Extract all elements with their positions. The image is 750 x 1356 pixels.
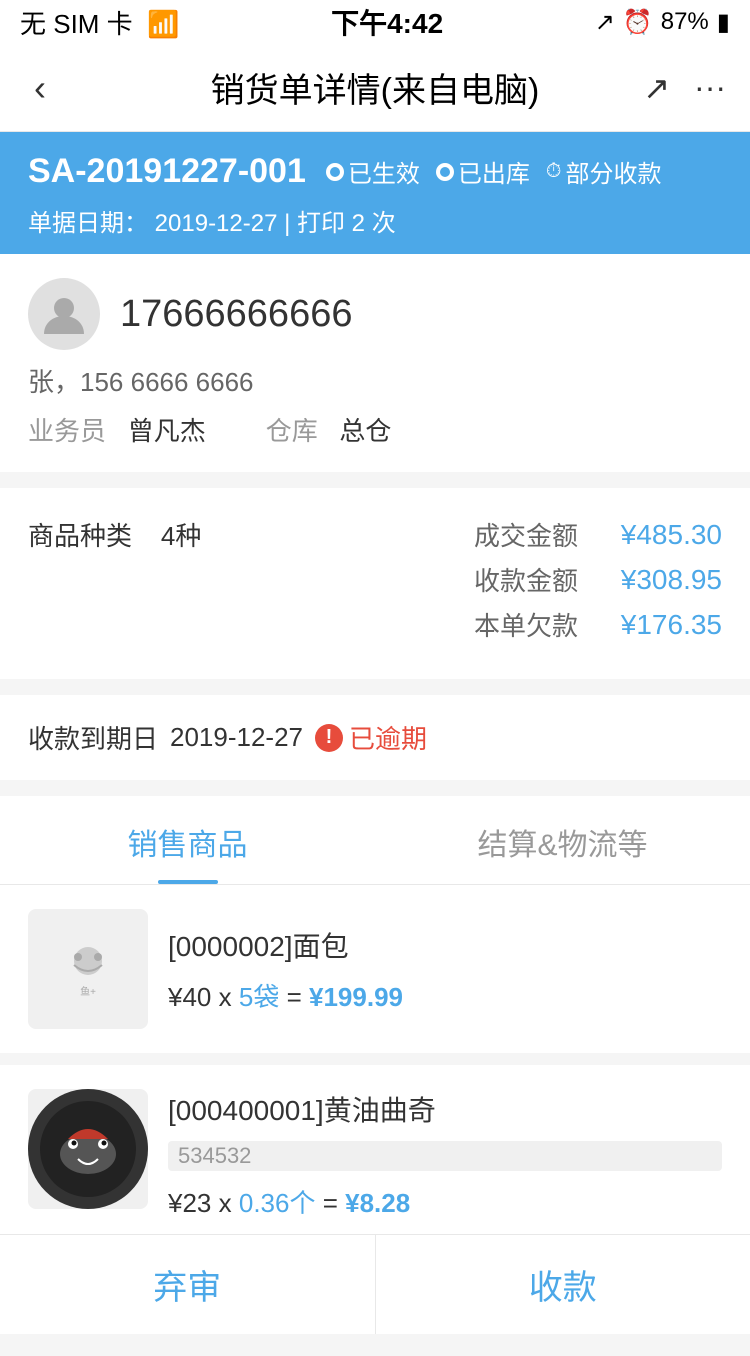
share-icon[interactable]: ↗︎ — [643, 69, 670, 107]
product-2-icon — [38, 1099, 138, 1199]
svg-text:鱼+: 鱼+ — [80, 985, 96, 998]
cancel-button[interactable]: 弃审 — [0, 1235, 376, 1334]
summary-right: 成交金额 ¥485.30 收款金额 ¥308.95 本单欠款 ¥176.35 — [474, 516, 722, 651]
product-qty-1: 5袋 — [239, 982, 279, 1012]
battery-icon: ▮ — [717, 8, 730, 37]
summary-left: 商品种类 4种 — [28, 516, 201, 651]
bottom-bar: 弃审 收款 — [0, 1234, 750, 1334]
due-label: 收款到期日 — [28, 719, 158, 756]
overdue-text: 已逾期 — [349, 719, 427, 756]
status-right: ↗ ⏰ 87% ▮ — [595, 8, 730, 37]
product-name-1: [0000002]面包 — [168, 925, 722, 965]
clock-icon: ⏱ — [546, 160, 562, 183]
product-placeholder-icon: 鱼+ — [48, 929, 128, 1009]
salesperson-item: 业务员 曾凡杰 — [28, 411, 206, 448]
product-total-2: ¥8.28 — [345, 1188, 410, 1218]
status-time: 下午4:42 — [331, 2, 443, 42]
overdue-badge: ! 已逾期 — [315, 719, 427, 756]
tabs-row: 销售商品 结算&物流等 — [0, 796, 750, 885]
status-badges: 已生效 已出库 ⏱ 部分收款 — [326, 154, 662, 189]
customer-sub: 张，156 6666 6666 — [28, 362, 722, 399]
header-banner: SA-20191227-001 已生效 已出库 ⏱ 部分收款 单据日期： 201… — [0, 132, 750, 254]
product-tag-2: 534532 — [168, 1141, 722, 1171]
product-img-1: 鱼+ — [28, 909, 148, 1029]
more-icon[interactable]: ··· — [694, 69, 726, 106]
confirm-button[interactable]: 收款 — [376, 1235, 750, 1334]
due-section: 收款到期日 2019-12-27 ! 已逾期 — [0, 695, 750, 780]
product-item-2: [000400001]黄油曲奇 534532 ¥23 x 0.36个 = ¥8.… — [0, 1065, 750, 1256]
customer-name: 17666666666 — [120, 293, 352, 336]
customer-meta: 业务员 曾凡杰 仓库 总仓 — [28, 411, 722, 448]
tab-settlement[interactable]: 结算&物流等 — [375, 796, 750, 884]
warehouse-item: 仓库 总仓 — [266, 411, 392, 448]
banner-date-info: 单据日期： 2019-12-27 | 打印 2 次 — [28, 203, 722, 238]
battery-level: 87% — [661, 8, 709, 36]
product-name-2: [000400001]黄油曲奇 — [168, 1089, 722, 1129]
status-bar: 无 SIM 卡 📶 下午4:42 ↗ ⏰ 87% ▮ — [0, 0, 750, 44]
badge-effective: 已生效 — [326, 154, 420, 189]
badge-partial: ⏱ 部分收款 — [546, 154, 662, 189]
overdue-icon: ! — [315, 724, 343, 752]
product-info-1: [0000002]面包 ¥40 x 5袋 = ¥199.99 — [168, 909, 722, 1029]
effective-dot — [326, 163, 344, 181]
alarm-icon: ⏰ — [623, 8, 653, 37]
owed-row: 本单欠款 ¥176.35 — [474, 606, 722, 643]
due-date: 2019-12-27 — [170, 722, 303, 753]
tabs-section: 销售商品 结算&物流等 — [0, 796, 750, 885]
nav-actions: ↗︎ ··· — [643, 69, 726, 107]
product-price-1: ¥40 x 5袋 = ¥199.99 — [168, 977, 722, 1014]
customer-section: 17666666666 张，156 6666 6666 业务员 曾凡杰 仓库 总… — [0, 254, 750, 472]
tab-sales-products[interactable]: 销售商品 — [0, 796, 375, 884]
badge-shipped: 已出库 — [436, 154, 530, 189]
product-img-2 — [28, 1089, 148, 1209]
location-icon: ↗ — [595, 8, 615, 37]
product-info-2: [000400001]黄油曲奇 534532 ¥23 x 0.36个 = ¥8.… — [168, 1089, 722, 1220]
customer-row: 17666666666 — [28, 278, 722, 350]
back-button[interactable]: ‹ — [24, 57, 56, 119]
nav-bar: ‹ 销货单详情(来自电脑) ↗︎ ··· — [0, 44, 750, 132]
product-total-1: ¥199.99 — [309, 982, 403, 1012]
amount-row: 成交金额 ¥485.30 — [474, 516, 722, 553]
order-id: SA-20191227-001 — [28, 152, 306, 191]
status-left: 无 SIM 卡 📶 — [20, 4, 180, 41]
nav-title: 销货单详情(来自电脑) — [211, 63, 540, 112]
summary-section: 商品种类 4种 成交金额 ¥485.30 收款金额 ¥308.95 本单欠款 ¥… — [0, 488, 750, 679]
product-item-1: 鱼+ [0000002]面包 ¥40 x 5袋 = ¥199.99 — [0, 885, 750, 1065]
product-qty-2: 0.36个 — [239, 1188, 316, 1218]
avatar — [28, 278, 100, 350]
summary-grid: 商品种类 4种 成交金额 ¥485.30 收款金额 ¥308.95 本单欠款 ¥… — [28, 516, 722, 651]
product-type-item: 商品种类 4种 — [28, 516, 201, 553]
shipped-dot — [436, 163, 454, 181]
avatar-icon — [40, 290, 88, 338]
product-price-2: ¥23 x 0.36个 = ¥8.28 — [168, 1183, 722, 1220]
received-row: 收款金额 ¥308.95 — [474, 561, 722, 598]
